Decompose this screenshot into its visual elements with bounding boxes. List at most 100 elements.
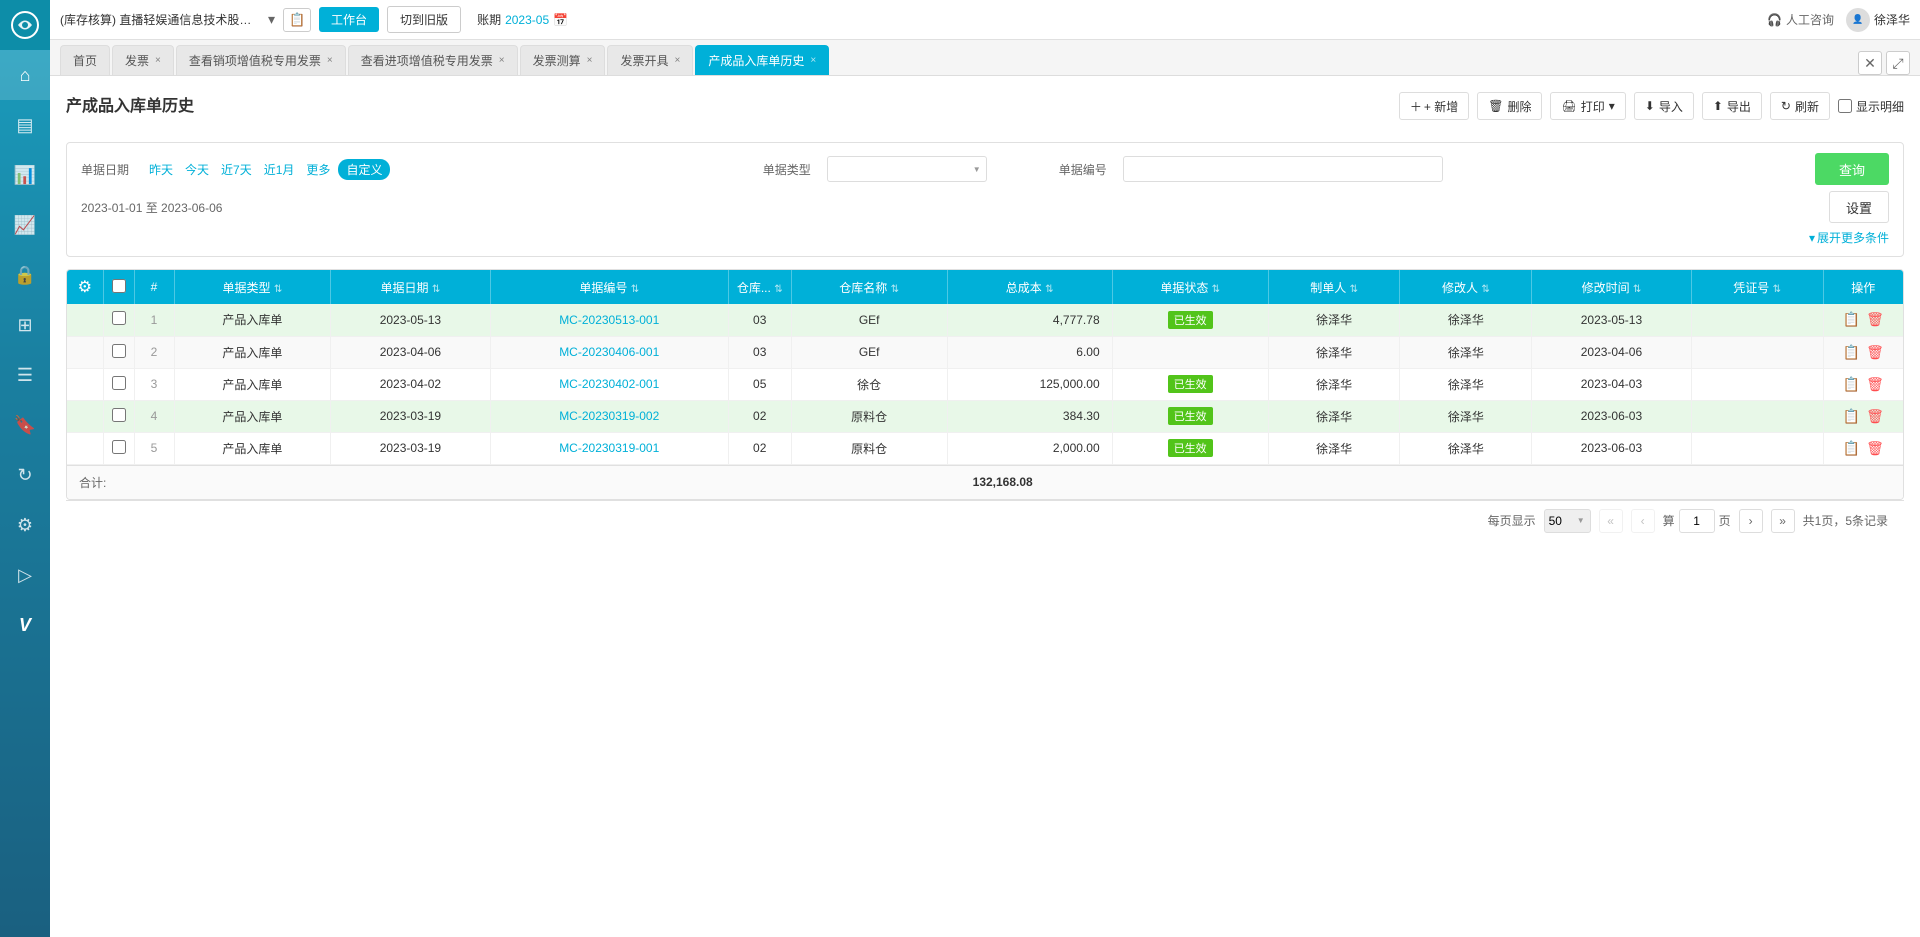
delete-icon-3[interactable]: 🗑 — [1866, 408, 1884, 425]
td-doc-number-2[interactable]: MC-20230402-001 — [490, 368, 728, 400]
refresh-button[interactable]: ↻ 刷新 — [1770, 92, 1830, 120]
sidebar-item-version[interactable]: V — [0, 600, 50, 650]
select-all-checkbox[interactable] — [112, 279, 126, 293]
tab-invoice-open[interactable]: 发票开具 × — [607, 45, 693, 75]
tab-sales-vat-close[interactable]: × — [327, 55, 333, 66]
delete-icon-0[interactable]: 🗑 — [1866, 311, 1884, 328]
sidebar-item-home[interactable]: ⌂ — [0, 50, 50, 100]
sidebar-item-doc[interactable]: ▤ — [0, 100, 50, 150]
calendar-icon[interactable]: 📅 — [553, 13, 568, 27]
th-doc-date[interactable]: 单据日期 ⇅ — [331, 270, 490, 304]
th-voucher[interactable]: 凭证号 ⇅ — [1691, 270, 1823, 304]
edit-icon-4[interactable]: 📋 — [1843, 440, 1860, 457]
td-doc-number-3[interactable]: MC-20230319-002 — [490, 400, 728, 432]
th-creator[interactable]: 制单人 ⇅ — [1268, 270, 1400, 304]
import-button[interactable]: ⬇ 导入 — [1634, 92, 1694, 120]
sidebar-item-settings[interactable]: ⚙ — [0, 500, 50, 550]
row-checkbox-4[interactable] — [112, 440, 126, 454]
shortcut-custom[interactable]: 自定义 — [338, 159, 390, 180]
prev-page-button[interactable]: ‹ — [1631, 509, 1655, 533]
app-logo[interactable] — [0, 0, 50, 50]
shortcut-today[interactable]: 今天 — [181, 159, 213, 180]
tab-invoice-calc[interactable]: 发票测算 × — [520, 45, 606, 75]
th-settings[interactable]: ⚙ — [67, 270, 103, 304]
first-page-button[interactable]: « — [1599, 509, 1623, 533]
user-menu[interactable]: 👤 徐泽华 — [1846, 8, 1910, 32]
tab-invoice-calc-close[interactable]: × — [587, 55, 593, 66]
shortcut-1month[interactable]: 近1月 — [260, 159, 299, 180]
td-checkbox-0[interactable] — [103, 304, 134, 336]
sidebar-item-lock[interactable]: 🔒 — [0, 250, 50, 300]
doc-button[interactable]: 📋 — [283, 8, 311, 32]
th-warehouse-code[interactable]: 仓库... ⇅ — [728, 270, 791, 304]
tab-invoice-open-close[interactable]: × — [674, 55, 680, 66]
doc-type-select[interactable]: 产品入库单 — [827, 156, 987, 182]
tab-purchase-vat[interactable]: 查看进项增值税专用发票 × — [348, 45, 518, 75]
td-checkbox-3[interactable] — [103, 400, 134, 432]
doc-number-input[interactable] — [1123, 156, 1443, 182]
tab-product-inbound[interactable]: 产成品入库单历史 × — [695, 45, 829, 75]
row-checkbox-3[interactable] — [112, 408, 126, 422]
tab-invoice[interactable]: 发票 × — [112, 45, 174, 75]
page-number-input[interactable] — [1679, 509, 1715, 533]
edit-icon-2[interactable]: 📋 — [1843, 376, 1860, 393]
td-doc-number-1[interactable]: MC-20230406-001 — [490, 336, 728, 368]
td-checkbox-2[interactable] — [103, 368, 134, 400]
td-doc-date-0: 2023-05-13 — [331, 304, 490, 336]
expand-filter-button[interactable]: ▾ 展开更多条件 — [1809, 229, 1889, 246]
column-settings-icon: ⚙ — [78, 279, 92, 296]
th-doc-number[interactable]: 单据编号 ⇅ — [490, 270, 728, 304]
tab-close-all-button[interactable]: ✕ — [1858, 51, 1882, 75]
tab-product-inbound-close[interactable]: × — [810, 55, 816, 66]
show-detail-checkbox[interactable] — [1838, 99, 1852, 113]
shortcut-yesterday[interactable]: 昨天 — [145, 159, 177, 180]
th-status[interactable]: 单据状态 ⇅ — [1112, 270, 1268, 304]
td-doc-number-4[interactable]: MC-20230319-001 — [490, 432, 728, 464]
last-page-button[interactable]: » — [1771, 509, 1795, 533]
edit-icon-3[interactable]: 📋 — [1843, 408, 1860, 425]
history-button[interactable]: 切到旧版 — [387, 6, 461, 33]
delete-icon-4[interactable]: 🗑 — [1866, 440, 1884, 457]
tab-sales-vat[interactable]: 查看销项增值税专用发票 × — [176, 45, 346, 75]
page-size-select[interactable]: 20 50 100 — [1544, 509, 1591, 533]
delete-icon-2[interactable]: 🗑 — [1866, 376, 1884, 393]
td-checkbox-4[interactable] — [103, 432, 134, 464]
new-button[interactable]: ＋ + 新增 — [1399, 92, 1469, 120]
th-total-cost[interactable]: 总成本 ⇅ — [947, 270, 1112, 304]
row-checkbox-2[interactable] — [112, 376, 126, 390]
td-checkbox-1[interactable] — [103, 336, 134, 368]
help-button[interactable]: 🎧 人工咨询 — [1767, 11, 1834, 28]
tab-purchase-vat-close[interactable]: × — [499, 55, 505, 66]
sidebar-item-chart[interactable]: 📊 — [0, 150, 50, 200]
row-checkbox-1[interactable] — [112, 344, 126, 358]
print-button[interactable]: 🖨 打印 ▾ — [1550, 92, 1625, 120]
th-modify-time[interactable]: 修改时间 ⇅ — [1532, 270, 1691, 304]
delete-button[interactable]: 🗑 删除 — [1477, 92, 1542, 120]
td-doc-number-0[interactable]: MC-20230513-001 — [490, 304, 728, 336]
shortcut-7days[interactable]: 近7天 — [217, 159, 256, 180]
sidebar-item-stamp[interactable]: 🔖 — [0, 400, 50, 450]
dropdown-icon[interactable]: ▾ — [268, 11, 275, 28]
reset-button[interactable]: 设置 — [1829, 191, 1889, 223]
next-page-button[interactable]: › — [1739, 509, 1763, 533]
tab-home[interactable]: 首页 — [60, 45, 110, 75]
sidebar-item-analytics[interactable]: 📈 — [0, 200, 50, 250]
tab-expand-button[interactable]: ⤢ — [1886, 51, 1910, 75]
export-button[interactable]: ⬆ 导出 — [1702, 92, 1762, 120]
sidebar-item-refresh[interactable]: ↻ — [0, 450, 50, 500]
sidebar-item-grid[interactable]: ⊞ — [0, 300, 50, 350]
edit-icon-1[interactable]: 📋 — [1843, 344, 1860, 361]
sidebar-item-play[interactable]: ▷ — [0, 550, 50, 600]
edit-icon-0[interactable]: 📋 — [1843, 311, 1860, 328]
query-button[interactable]: 查询 — [1815, 153, 1889, 185]
delete-icon-1[interactable]: 🗑 — [1866, 344, 1884, 361]
th-doc-type[interactable]: 单据类型 ⇅ — [174, 270, 331, 304]
tab-invoice-close[interactable]: × — [155, 55, 161, 66]
workbench-button[interactable]: 工作台 — [319, 7, 379, 32]
shortcut-more[interactable]: 更多 — [302, 159, 334, 180]
th-warehouse-name[interactable]: 仓库名称 ⇅ — [791, 270, 947, 304]
sidebar-item-list[interactable]: ☰ — [0, 350, 50, 400]
th-checkbox[interactable] — [103, 270, 134, 304]
row-checkbox-0[interactable] — [112, 311, 126, 325]
th-modifier[interactable]: 修改人 ⇅ — [1400, 270, 1532, 304]
